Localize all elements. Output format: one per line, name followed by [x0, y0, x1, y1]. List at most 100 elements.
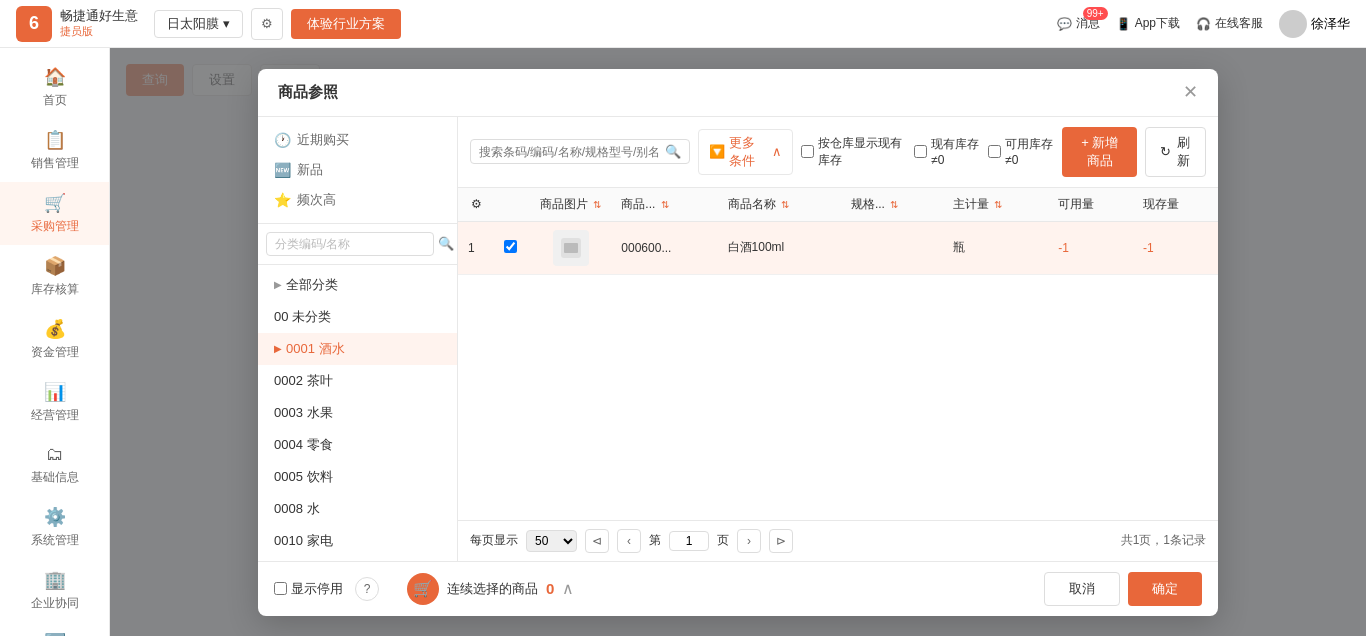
- th-spec[interactable]: 规格... ⇅: [841, 188, 943, 222]
- recent-purchase-tab[interactable]: 🕐 近期购买: [266, 125, 449, 155]
- th-checkbox: [494, 188, 530, 222]
- category-item-0008[interactable]: 0008 水: [258, 493, 457, 525]
- th-available: 可用量: [1048, 188, 1133, 222]
- user-name: 徐泽华: [1311, 15, 1350, 33]
- sidebar-item-inventory[interactable]: 📦 库存核算: [0, 245, 109, 308]
- pagination: 每页显示 50 10 20 100 ⊲ ‹ 第 页: [458, 520, 1218, 561]
- category-item-0003[interactable]: 0003 水果: [258, 397, 457, 429]
- add-product-button[interactable]: + 新增商品: [1062, 127, 1137, 177]
- sidebar-item-sales-label: 销售管理: [31, 155, 79, 172]
- cancel-button[interactable]: 取消: [1044, 572, 1120, 606]
- app-download-nav-item[interactable]: 📱 App下载: [1116, 15, 1180, 32]
- th-image[interactable]: 商品图片 ⇅: [530, 188, 611, 222]
- last-page-button[interactable]: ⊳: [769, 529, 793, 553]
- row-spec: [841, 221, 943, 274]
- th-unit[interactable]: 主计量 ⇅: [943, 188, 1048, 222]
- search-input-wrapper: 🔍: [470, 139, 690, 164]
- help-icon[interactable]: ?: [355, 577, 379, 601]
- recent-purchase-label: 近期购买: [297, 131, 349, 149]
- finance-icon: 💰: [44, 318, 66, 340]
- left-panel: 🕐 近期购买 🆕 新品 ⭐ 频次高: [258, 117, 458, 561]
- confirm-button[interactable]: 确定: [1128, 572, 1202, 606]
- modal-close-button[interactable]: ✕: [1183, 83, 1198, 101]
- prev-page-button[interactable]: ‹: [617, 529, 641, 553]
- category-item-0004[interactable]: 0004 零食: [258, 429, 457, 461]
- sidebar-item-home[interactable]: 🏠 首页: [0, 56, 109, 119]
- table-header-row: ⚙ 商品图片 ⇅ 商品... ⇅: [458, 188, 1218, 222]
- chevron-up-icon: ∧: [772, 144, 782, 159]
- checkbox-filter-1[interactable]: 按仓库显示现有库存: [801, 135, 907, 169]
- page-total: 共1页，1条记录: [1121, 532, 1206, 549]
- sidebar-item-purchase[interactable]: 🛒 采购管理: [0, 182, 109, 245]
- experience-button[interactable]: 体验行业方案: [291, 9, 401, 39]
- logo-area: 6 畅捷通好生意 捷员版: [16, 6, 138, 42]
- online-service-nav-item[interactable]: 🎧 在线客服: [1196, 15, 1263, 32]
- category-item-0001[interactable]: ▶ 0001 酒水: [258, 333, 457, 365]
- page-number-input[interactable]: [669, 531, 709, 551]
- frequent-tab[interactable]: ⭐ 频次高: [266, 185, 449, 215]
- sidebar-item-finance[interactable]: 💰 资金管理: [0, 308, 109, 371]
- th-code[interactable]: 商品... ⇅: [611, 188, 717, 222]
- th-settings[interactable]: ⚙: [458, 188, 494, 222]
- first-page-button[interactable]: ⊲: [585, 529, 609, 553]
- row-name: 白酒100ml: [718, 221, 841, 274]
- store-selector[interactable]: 日太阳膜 ▾: [154, 10, 243, 38]
- product-table-wrap: ⚙ 商品图片 ⇅ 商品... ⇅: [458, 188, 1218, 520]
- category-item-0002[interactable]: 0002 茶叶: [258, 365, 457, 397]
- category-item-00[interactable]: 00 未分类: [258, 301, 457, 333]
- sidebar-item-enterprise[interactable]: 🏢 企业协同: [0, 559, 109, 622]
- chevron-down-icon: ▾: [223, 16, 230, 31]
- checkbox-filter-2[interactable]: 现有库存≠0: [914, 136, 980, 167]
- search-submit-icon[interactable]: 🔍: [665, 144, 681, 159]
- sidebar-item-sales[interactable]: 📋 销售管理: [0, 119, 109, 182]
- category-item-0003-label: 0003 水果: [274, 404, 333, 422]
- sidebar-item-business[interactable]: 📊 经营管理: [0, 371, 109, 434]
- sidebar-item-system[interactable]: ⚙️ 系统管理: [0, 496, 109, 559]
- new-products-tab[interactable]: 🆕 新品: [266, 155, 449, 185]
- page-unit: 页: [717, 532, 729, 549]
- row-checkbox-cell[interactable]: [494, 221, 530, 274]
- category-item-0010[interactable]: 0010 家电: [258, 525, 457, 557]
- checkbox-filter-3[interactable]: 可用库存≠0: [988, 136, 1054, 167]
- category-list: ▶ 全部分类 00 未分类 ▶ 0001 酒水 0002 茶: [258, 265, 457, 561]
- row-available: -1: [1048, 221, 1133, 274]
- collapse-cart-icon[interactable]: ∧: [562, 579, 574, 598]
- home-icon: 🏠: [44, 66, 66, 88]
- sidebar-item-guide[interactable]: 🆕 新手引导: [0, 622, 109, 636]
- next-page-button[interactable]: ›: [737, 529, 761, 553]
- filter-label: 更多条件: [729, 134, 768, 170]
- show-disabled-checkbox-wrap[interactable]: 显示停用: [274, 580, 343, 598]
- logo-icon: 6: [16, 6, 52, 42]
- refresh-button[interactable]: ↻ 刷新: [1145, 127, 1206, 177]
- messages-badge: 99+: [1083, 7, 1108, 20]
- category-search-input[interactable]: [266, 232, 434, 256]
- sort-icon-code: ⇅: [661, 199, 669, 210]
- show-disabled-checkbox[interactable]: [274, 582, 287, 595]
- search-icon[interactable]: 🔍: [438, 236, 454, 251]
- product-search-input[interactable]: [479, 145, 661, 159]
- purchase-icon: 🛒: [44, 192, 66, 214]
- checkbox-warehouse-stock[interactable]: [801, 145, 814, 158]
- per-page-select[interactable]: 50 10 20 100: [526, 530, 577, 552]
- category-item-0005[interactable]: 0005 饮料: [258, 461, 457, 493]
- table-row[interactable]: 1: [458, 221, 1218, 274]
- right-panel: 🔍 🔽 更多条件 ∧ 按仓库显示现有库存: [458, 117, 1218, 561]
- settings-icon[interactable]: ⚙: [251, 8, 283, 40]
- user-avatar: [1279, 10, 1307, 38]
- table-body: 1: [458, 221, 1218, 274]
- cart-icon[interactable]: 🛒: [407, 573, 439, 605]
- more-filter-button[interactable]: 🔽 更多条件 ∧: [698, 129, 793, 175]
- th-name[interactable]: 商品名称 ⇅: [718, 188, 841, 222]
- checkbox-nonzero-stock[interactable]: [914, 145, 927, 158]
- user-avatar-area[interactable]: 徐泽华: [1279, 10, 1350, 38]
- left-panel-tabs: 🕐 近期购买 🆕 新品 ⭐ 频次高: [258, 117, 457, 224]
- sidebar-item-basic[interactable]: 🗂 基础信息: [0, 434, 109, 496]
- online-service-label: 在线客服: [1215, 15, 1263, 32]
- row-checkbox[interactable]: [504, 240, 517, 253]
- messages-nav-item[interactable]: 💬 消息 99+: [1057, 15, 1100, 32]
- checkbox-available-nonzero[interactable]: [988, 145, 1001, 158]
- sidebar-item-home-label: 首页: [43, 92, 67, 109]
- category-item-all-label: 全部分类: [286, 276, 338, 294]
- sort-icon-image: ⇅: [593, 199, 601, 210]
- category-item-all[interactable]: ▶ 全部分类: [258, 269, 457, 301]
